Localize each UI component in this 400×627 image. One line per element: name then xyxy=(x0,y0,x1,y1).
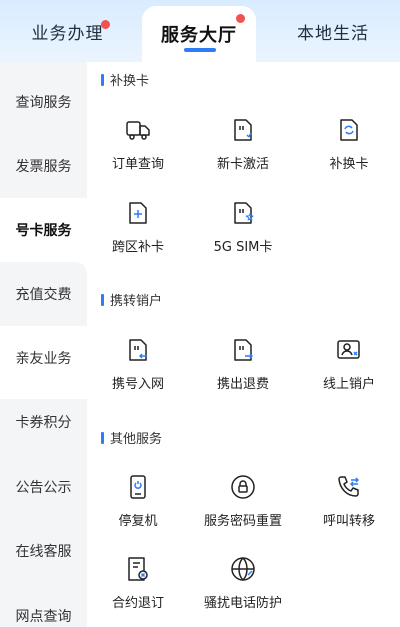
sidebar-item-label: 公告公示 xyxy=(15,480,72,496)
sim-port-in-icon xyxy=(125,337,151,363)
sidebar-item-notices[interactable]: 公告公示 xyxy=(0,455,87,519)
sidebar-item-query[interactable]: 查询服务 xyxy=(0,70,87,134)
sidebar-item-label: 查询服务 xyxy=(15,95,72,111)
sidebar-item-coupons[interactable]: 卡券积分 xyxy=(0,390,87,454)
service-new-card-activate[interactable]: 新卡激活 xyxy=(193,117,293,172)
sidebar-item-invoice[interactable]: 发票服务 xyxy=(0,134,87,198)
tab-local-life[interactable]: 本地生活 xyxy=(266,0,400,62)
sidebar-item-label: 网点查询 xyxy=(15,609,72,625)
section-title: 补换卡 xyxy=(101,70,149,89)
notification-dot xyxy=(236,14,245,23)
active-tab-indicator xyxy=(184,48,216,52)
top-tab-bar: 业务办理 服务大厅 本地生活 xyxy=(0,0,400,64)
service-suspend-resume[interactable]: 停复机 xyxy=(88,474,188,529)
service-cross-region-card[interactable]: 跨区补卡 xyxy=(88,200,188,255)
sidebar-item-label: 充值交费 xyxy=(15,287,72,303)
sidebar-item-online-support[interactable]: 在线客服 xyxy=(0,519,87,583)
sim-port-out-icon xyxy=(230,337,256,363)
sidebar-item-label: 亲友业务 xyxy=(15,351,72,367)
sim-swap-icon xyxy=(336,117,362,143)
service-label: 订单查询 xyxy=(111,157,164,172)
sim-plus-icon xyxy=(125,200,151,226)
sidebar-item-family[interactable]: 亲友业务 xyxy=(0,326,87,390)
service-5g-sim[interactable]: 5G SIM卡 xyxy=(193,200,293,255)
service-label: 携出退费 xyxy=(216,377,269,392)
sidebar-item-card-service[interactable]: 号卡服务 xyxy=(0,198,87,262)
service-label: 停复机 xyxy=(118,514,158,529)
sim-activate-icon xyxy=(230,117,256,143)
service-label: 线上销户 xyxy=(322,377,375,392)
tab-label: 本地生活 xyxy=(297,23,369,44)
service-password-reset[interactable]: 服务密码重置 xyxy=(193,474,293,529)
service-label: 5G SIM卡 xyxy=(213,240,273,255)
tab-business[interactable]: 业务办理 xyxy=(0,0,135,62)
service-label: 补换卡 xyxy=(329,157,369,172)
section-title: 其他服务 xyxy=(101,428,162,447)
service-label: 呼叫转移 xyxy=(322,514,375,529)
service-label: 新卡激活 xyxy=(216,157,269,172)
call-forward-icon xyxy=(336,474,362,500)
section-title: 携转销户 xyxy=(101,290,162,309)
phone-power-icon xyxy=(125,474,151,500)
service-online-cancel[interactable]: 线上销户 xyxy=(299,337,399,392)
notification-dot xyxy=(101,20,110,29)
truck-icon xyxy=(125,117,151,143)
service-port-in[interactable]: 携号入网 xyxy=(88,337,188,392)
globe-shield-icon xyxy=(230,556,256,582)
service-port-out[interactable]: 携出退费 xyxy=(193,337,293,392)
sidebar-item-outlets[interactable]: 网点查询 xyxy=(0,584,87,627)
service-card-swap[interactable]: 补换卡 xyxy=(299,117,399,172)
lock-reset-icon xyxy=(230,474,256,500)
sidebar: 查询服务 发票服务 号卡服务 充值交费 亲友业务 卡券积分 公告公示 在线客服 … xyxy=(0,62,87,627)
service-order-query[interactable]: 订单查询 xyxy=(88,117,188,172)
service-label: 合约退订 xyxy=(111,596,164,611)
sidebar-item-label: 号卡服务 xyxy=(15,223,72,239)
tab-label: 服务大厅 xyxy=(161,25,237,46)
sidebar-item-label: 发票服务 xyxy=(15,159,72,175)
service-spam-call-protection[interactable]: 骚扰电话防护 xyxy=(193,556,293,611)
tab-service-hall[interactable]: 服务大厅 xyxy=(142,6,256,64)
contract-cancel-icon xyxy=(125,556,151,582)
tab-label: 业务办理 xyxy=(31,23,104,44)
service-label: 跨区补卡 xyxy=(111,240,164,255)
sim-5g-icon xyxy=(230,200,256,226)
id-card-cancel-icon xyxy=(336,337,362,363)
service-label: 携号入网 xyxy=(111,377,164,392)
sidebar-item-recharge[interactable]: 充值交费 xyxy=(0,262,87,326)
service-call-forward[interactable]: 呼叫转移 xyxy=(299,474,399,529)
content-panel: 补换卡 订单查询 新卡激活 补换卡 跨区补卡 5G SIM卡 携转销户 携号入网… xyxy=(87,62,400,627)
sidebar-item-label: 在线客服 xyxy=(15,544,72,560)
service-contract-cancel[interactable]: 合约退订 xyxy=(88,556,188,611)
service-label: 骚扰电话防护 xyxy=(203,596,282,611)
sidebar-item-label: 卡券积分 xyxy=(15,415,72,431)
service-label: 服务密码重置 xyxy=(203,514,282,529)
